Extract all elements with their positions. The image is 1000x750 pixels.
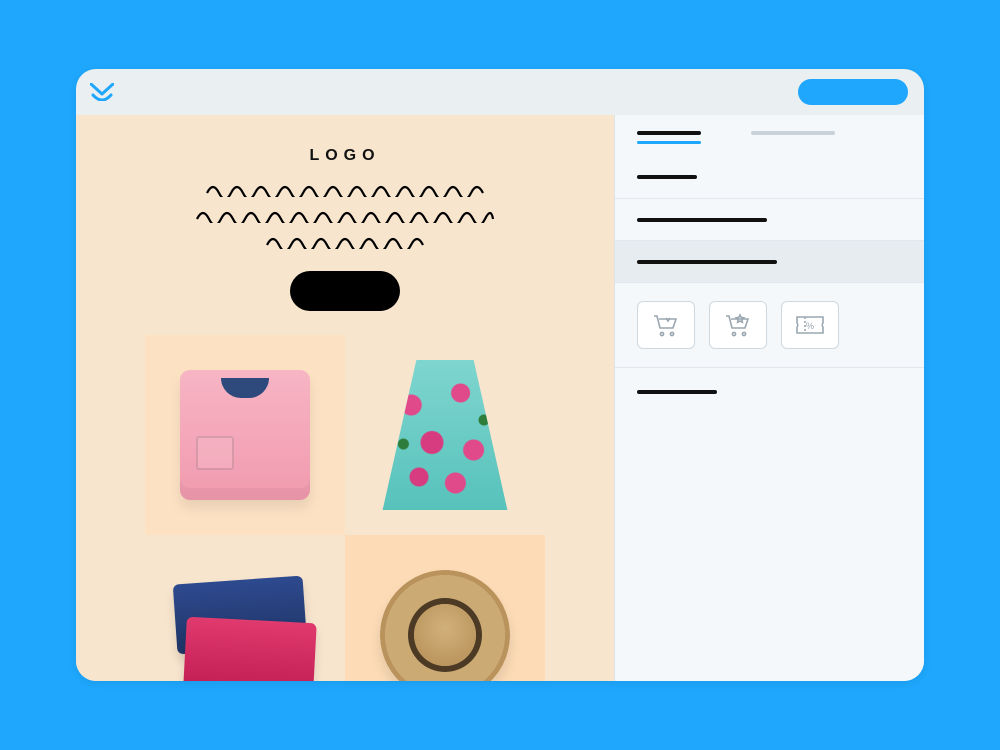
email-canvas[interactable]: LOGO bbox=[76, 115, 614, 681]
squiggle-line-icon bbox=[205, 181, 485, 197]
coupon-icon: % bbox=[795, 315, 825, 335]
panel-option-row-selected[interactable] bbox=[615, 240, 924, 282]
panel-footer-row[interactable] bbox=[615, 367, 924, 416]
logo-text: LOGO bbox=[309, 147, 380, 165]
cart-icon bbox=[652, 313, 680, 337]
block-type-chooser: % bbox=[615, 282, 924, 367]
app-window: LOGO bbox=[76, 69, 924, 681]
svg-text:%: % bbox=[806, 321, 814, 331]
titlebar bbox=[76, 69, 924, 115]
cta-button[interactable] bbox=[290, 271, 400, 311]
primary-action-button[interactable] bbox=[798, 79, 908, 105]
mail-brand-icon bbox=[90, 83, 114, 101]
product-grid bbox=[145, 335, 545, 681]
product-hat-image bbox=[380, 570, 510, 681]
block-coupon-button[interactable]: % bbox=[781, 301, 839, 349]
product-pants-image bbox=[175, 580, 315, 681]
panel-tabs bbox=[615, 115, 924, 144]
product-skirt-image bbox=[380, 360, 510, 510]
content-area: LOGO bbox=[76, 115, 924, 681]
panel-options bbox=[615, 156, 924, 282]
tab-content[interactable] bbox=[637, 131, 701, 144]
block-cart-button[interactable] bbox=[637, 301, 695, 349]
squiggle-line-icon bbox=[195, 207, 495, 223]
panel-option-row[interactable] bbox=[615, 156, 924, 198]
tab-settings[interactable] bbox=[751, 131, 835, 144]
product-tile-shirt[interactable] bbox=[145, 335, 345, 535]
block-cart-star-button[interactable] bbox=[709, 301, 767, 349]
cart-star-icon bbox=[724, 313, 752, 337]
headline-placeholder bbox=[195, 181, 495, 249]
product-tile-pants[interactable] bbox=[145, 535, 345, 681]
squiggle-line-icon bbox=[265, 233, 425, 249]
panel-option-row[interactable] bbox=[615, 198, 924, 240]
product-shirt-image bbox=[180, 370, 310, 500]
side-panel: % bbox=[614, 115, 924, 681]
hero-section: LOGO bbox=[76, 115, 614, 311]
product-tile-skirt[interactable] bbox=[345, 335, 545, 535]
product-tile-hat[interactable] bbox=[345, 535, 545, 681]
